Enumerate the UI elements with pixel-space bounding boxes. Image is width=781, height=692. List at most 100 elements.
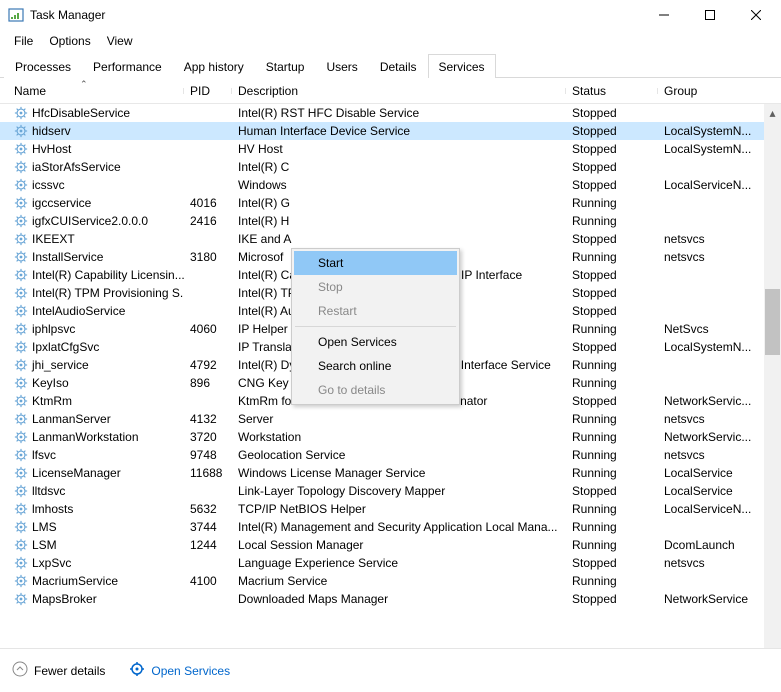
service-group: netsvcs: [658, 250, 758, 264]
context-start[interactable]: Start: [294, 251, 457, 275]
service-pid: 4100: [184, 574, 232, 588]
app-icon: [8, 7, 24, 23]
header-pid[interactable]: PID: [184, 84, 232, 98]
tab-details[interactable]: Details: [369, 54, 428, 78]
open-services-link[interactable]: Open Services: [129, 661, 230, 680]
service-name: IKEEXT: [32, 232, 75, 246]
column-headers: Name ⌃ PID Description Status Group: [0, 78, 781, 104]
service-row[interactable]: LanmanWorkstation3720WorkstationRunningN…: [0, 428, 781, 446]
service-group: DcomLaunch: [658, 538, 758, 552]
service-status: Stopped: [566, 592, 658, 606]
service-status: Stopped: [566, 556, 658, 570]
service-group: netsvcs: [658, 232, 758, 246]
context-stop[interactable]: Stop: [294, 275, 457, 299]
context-go-to-details[interactable]: Go to details: [294, 378, 457, 402]
header-name[interactable]: Name ⌃: [8, 84, 184, 98]
service-status: Stopped: [566, 178, 658, 192]
service-status: Running: [566, 196, 658, 210]
context-open-services[interactable]: Open Services: [294, 330, 457, 354]
service-pid: 2416: [184, 214, 232, 228]
gear-icon: [14, 376, 28, 390]
service-status: Stopped: [566, 394, 658, 408]
menu-view[interactable]: View: [99, 32, 141, 50]
service-description: TCP/IP NetBIOS Helper: [232, 502, 566, 516]
gear-icon: [14, 340, 28, 354]
service-row[interactable]: igccservice4016Intel(R) GRunning: [0, 194, 781, 212]
tab-startup[interactable]: Startup: [255, 54, 316, 78]
service-name: icssvc: [32, 178, 65, 192]
menu-options[interactable]: Options: [41, 32, 98, 50]
service-status: Stopped: [566, 142, 658, 156]
menu-bar: File Options View: [0, 30, 781, 52]
service-group: NetworkService: [658, 592, 758, 606]
fewer-details-button[interactable]: Fewer details: [12, 661, 105, 680]
service-group: netsvcs: [658, 448, 758, 462]
tab-performance[interactable]: Performance: [82, 54, 173, 78]
maximize-button[interactable]: [687, 0, 733, 30]
tab-processes[interactable]: Processes: [4, 54, 82, 78]
scroll-up-icon[interactable]: ▴: [764, 104, 781, 121]
service-row[interactable]: LxpSvcLanguage Experience ServiceStopped…: [0, 554, 781, 572]
service-row[interactable]: IKEEXTIKE and AStoppednetsvcs: [0, 230, 781, 248]
gear-icon: [14, 466, 28, 480]
service-name: LMS: [32, 520, 57, 534]
service-row[interactable]: LMS3744Intel(R) Management and Security …: [0, 518, 781, 536]
service-name: IntelAudioService: [32, 304, 125, 318]
gear-icon: [14, 106, 28, 120]
fewer-details-label: Fewer details: [34, 664, 105, 678]
services-icon: [129, 661, 145, 680]
vertical-scrollbar[interactable]: ▴ ▾: [764, 104, 781, 666]
service-row[interactable]: lltdsvcLink-Layer Topology Discovery Map…: [0, 482, 781, 500]
service-group: LocalSystemN...: [658, 142, 758, 156]
service-status: Running: [566, 574, 658, 588]
service-row[interactable]: icssvcWindowsStoppedLocalServiceN...: [0, 176, 781, 194]
close-button[interactable]: [733, 0, 779, 30]
header-group[interactable]: Group: [658, 84, 758, 98]
service-row[interactable]: MacriumService4100Macrium ServiceRunning: [0, 572, 781, 590]
service-row[interactable]: hidservHuman Interface Device ServiceSto…: [0, 122, 781, 140]
service-status: Stopped: [566, 286, 658, 300]
service-name: LanmanServer: [32, 412, 111, 426]
tab-users[interactable]: Users: [315, 54, 368, 78]
tab-services[interactable]: Services: [428, 54, 496, 78]
header-description[interactable]: Description: [232, 84, 566, 98]
service-row[interactable]: iaStorAfsServiceIntel(R) CStopped: [0, 158, 781, 176]
tab-app-history[interactable]: App history: [173, 54, 255, 78]
service-row[interactable]: HfcDisableServiceIntel(R) RST HFC Disabl…: [0, 104, 781, 122]
service-group: netsvcs: [658, 412, 758, 426]
service-row[interactable]: HvHostHV HostStoppedLocalSystemN...: [0, 140, 781, 158]
scroll-thumb[interactable]: [765, 289, 780, 355]
service-name: LxpSvc: [32, 556, 71, 570]
gear-icon: [14, 448, 28, 462]
service-name: MapsBroker: [32, 592, 97, 606]
service-status: Running: [566, 322, 658, 336]
service-row[interactable]: igfxCUIService2.0.0.02416Intel(R) HRunni…: [0, 212, 781, 230]
service-row[interactable]: LicenseManager11688Windows License Manag…: [0, 464, 781, 482]
header-status[interactable]: Status: [566, 84, 658, 98]
service-pid: 4060: [184, 322, 232, 336]
gear-icon: [14, 394, 28, 408]
minimize-button[interactable]: [641, 0, 687, 30]
gear-icon: [14, 232, 28, 246]
service-name: jhi_service: [32, 358, 89, 372]
sort-indicator-icon: ⌃: [80, 79, 88, 90]
service-status: Stopped: [566, 484, 658, 498]
service-pid: 3180: [184, 250, 232, 264]
service-row[interactable]: MapsBrokerDownloaded Maps ManagerStopped…: [0, 590, 781, 608]
service-pid: 1244: [184, 538, 232, 552]
scroll-track[interactable]: [764, 121, 781, 649]
service-description: Server: [232, 412, 566, 426]
gear-icon: [14, 574, 28, 588]
service-row[interactable]: lmhosts5632TCP/IP NetBIOS HelperRunningL…: [0, 500, 781, 518]
gear-icon: [14, 322, 28, 336]
context-search-online[interactable]: Search online: [294, 354, 457, 378]
service-group: NetworkServic...: [658, 430, 758, 444]
menu-file[interactable]: File: [6, 32, 41, 50]
service-row[interactable]: LSM1244Local Session ManagerRunningDcomL…: [0, 536, 781, 554]
context-restart[interactable]: Restart: [294, 299, 457, 323]
service-status: Stopped: [566, 124, 658, 138]
service-row[interactable]: LanmanServer4132ServerRunningnetsvcs: [0, 410, 781, 428]
service-name: HfcDisableService: [32, 106, 130, 120]
service-pid: 5632: [184, 502, 232, 516]
service-row[interactable]: lfsvc9748Geolocation ServiceRunningnetsv…: [0, 446, 781, 464]
